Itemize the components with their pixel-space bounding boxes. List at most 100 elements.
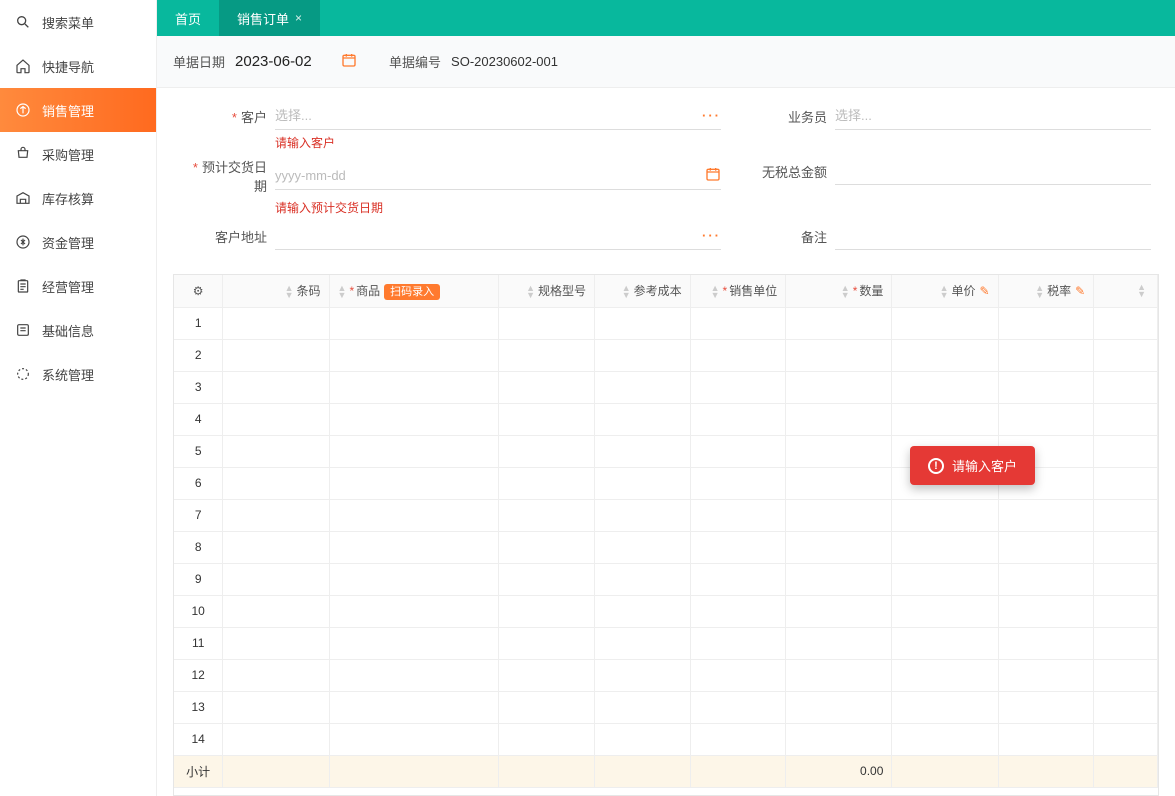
amount-input[interactable] [835,163,1151,178]
table-row[interactable]: 1 [174,307,1158,339]
sidebar-item-basicinfo[interactable]: 基础信息 [0,308,156,352]
doc-date-input[interactable] [235,53,331,70]
doc-number-label: 单据编号 [389,52,441,71]
sidebar-search-label: 搜索菜单 [42,13,94,32]
address-label: 客户地址 [181,227,267,246]
toast-text: 请输入客户 [952,456,1017,475]
document-bar: 单据日期 单据编号 SO-20230602-001 [157,36,1175,88]
gear-icon: ⚙ [193,284,204,298]
grid-header: ⚙ ▲▼条码 ▲▼*商品扫码录入 ▲▼规格型号 ▲▼参考成本 ▲▼*销售单位 ▲… [174,275,1158,307]
sidebar-item-business[interactable]: 经营管理 [0,264,156,308]
table-row[interactable]: 8 [174,531,1158,563]
row-index: 6 [174,467,223,499]
subtotal-row: 小计 0.00 [174,755,1158,787]
cart-icon [14,145,32,163]
sidebar-item-finance[interactable]: 资金管理 [0,220,156,264]
tab-label: 首页 [175,9,201,28]
col-price[interactable]: ▲▼单价✎ [892,275,998,307]
scan-button[interactable]: 扫码录入 [384,284,440,300]
row-index: 3 [174,371,223,403]
calendar-icon[interactable] [341,52,357,71]
remark-label: 备注 [741,227,827,246]
table-row[interactable]: 7 [174,499,1158,531]
table-row[interactable]: 2 [174,339,1158,371]
row-index: 12 [174,659,223,691]
sidebar: 搜索菜单 快捷导航 销售管理 采购管理 库存核算 资金管理 经营管理 基础信息 [0,0,157,796]
sidebar-item-label: 资金管理 [42,233,94,252]
table-row[interactable]: 13 [174,691,1158,723]
sidebar-search[interactable]: 搜索菜单 [0,0,156,44]
col-spec[interactable]: ▲▼规格型号 [499,275,595,307]
col-tax[interactable]: ▲▼税率✎ [998,275,1094,307]
subtotal-label: 小计 [174,755,223,787]
col-qty[interactable]: ▲▼*数量 [786,275,892,307]
sidebar-item-label: 库存核算 [42,189,94,208]
tab-bar: 首页 销售订单 × [157,0,1175,36]
line-items-grid[interactable]: ⚙ ▲▼条码 ▲▼*商品扫码录入 ▲▼规格型号 ▲▼参考成本 ▲▼*销售单位 ▲… [173,274,1159,796]
remark-input[interactable] [835,228,1151,243]
subtotal-qty: 0.00 [786,755,892,787]
calendar-icon[interactable] [705,166,721,185]
home-icon [14,57,32,75]
delivery-date-label: 预计交货日期 [181,157,267,195]
row-index: 7 [174,499,223,531]
table-row[interactable]: 12 [174,659,1158,691]
salesman-label: 业务员 [741,107,827,126]
sidebar-item-label: 销售管理 [42,101,94,120]
table-row[interactable]: 4 [174,403,1158,435]
tab-label: 销售订单 [237,9,289,28]
col-settings[interactable]: ⚙ [174,275,223,307]
col-extra[interactable]: ▲▼ [1094,275,1158,307]
edit-icon[interactable]: ✎ [980,284,990,298]
sidebar-item-sales[interactable]: 销售管理 [0,88,156,132]
row-index: 11 [174,627,223,659]
search-icon [14,13,32,31]
row-index: 14 [174,723,223,755]
table-row[interactable]: 11 [174,627,1158,659]
table-row[interactable]: 14 [174,723,1158,755]
customer-input[interactable] [275,108,702,123]
sidebar-item-quicknav[interactable]: 快捷导航 [0,44,156,88]
table-row[interactable]: 9 [174,563,1158,595]
alert-icon: ! [928,458,944,474]
sidebar-item-inventory[interactable]: 库存核算 [0,176,156,220]
salesman-input[interactable] [835,108,1151,123]
row-index: 9 [174,563,223,595]
col-barcode[interactable]: ▲▼条码 [223,275,329,307]
row-index: 13 [174,691,223,723]
sidebar-item-label: 采购管理 [42,145,94,164]
row-index: 2 [174,339,223,371]
table-row[interactable]: 10 [174,595,1158,627]
sales-icon [14,101,32,119]
close-icon[interactable]: × [295,11,302,25]
sidebar-item-label: 快捷导航 [42,57,94,76]
row-index: 10 [174,595,223,627]
sidebar-item-system[interactable]: 系统管理 [0,352,156,396]
info-icon [14,321,32,339]
row-index: 8 [174,531,223,563]
clipboard-icon [14,277,32,295]
sidebar-item-label: 经营管理 [42,277,94,296]
amount-label: 无税总金额 [741,162,827,181]
money-icon [14,233,32,251]
lookup-icon[interactable]: ··· [702,228,721,243]
row-index: 5 [174,435,223,467]
doc-date-label: 单据日期 [173,52,225,71]
col-unit[interactable]: ▲▼*销售单位 [690,275,786,307]
warehouse-icon [14,189,32,207]
col-product[interactable]: ▲▼*商品扫码录入 [329,275,499,307]
sidebar-item-label: 基础信息 [42,321,94,340]
col-cost[interactable]: ▲▼参考成本 [595,275,691,307]
table-row[interactable]: 3 [174,371,1158,403]
sidebar-item-purchase[interactable]: 采购管理 [0,132,156,176]
tab-sales-order[interactable]: 销售订单 × [219,0,320,36]
address-input[interactable] [275,228,702,243]
delivery-date-input[interactable] [275,168,705,183]
error-toast: ! 请输入客户 [910,446,1035,485]
tab-home[interactable]: 首页 [157,0,219,36]
settings-icon [14,365,32,383]
edit-icon[interactable]: ✎ [1075,284,1085,298]
row-index: 1 [174,307,223,339]
lookup-icon[interactable]: ··· [702,108,721,123]
sidebar-item-label: 系统管理 [42,365,94,384]
